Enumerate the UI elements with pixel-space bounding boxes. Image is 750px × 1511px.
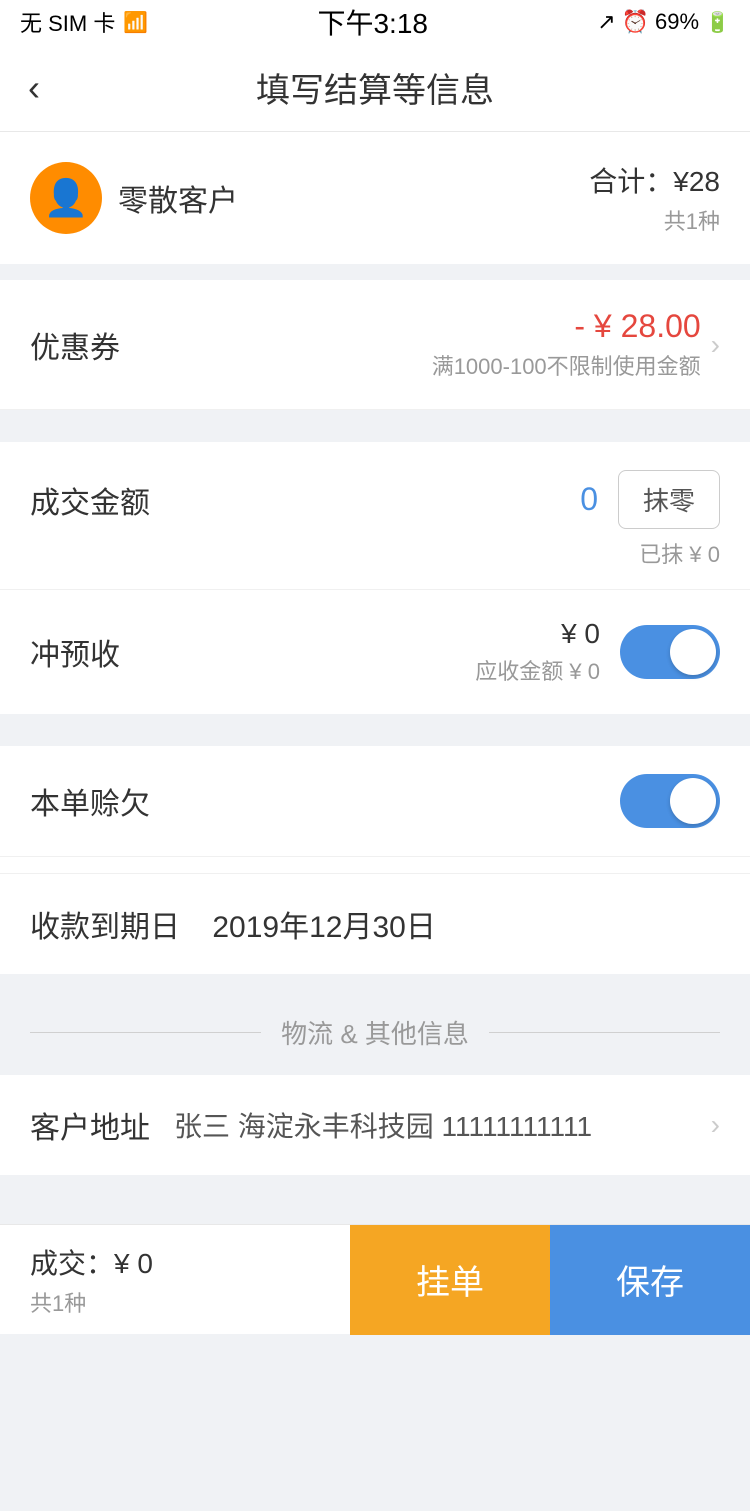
address-card[interactable]: 客户地址 张三 海淀永丰科技园 11111111111 › <box>0 1075 750 1175</box>
prepay-right: ¥ 0 应收金额 ¥ 0 <box>475 618 720 686</box>
bottom-info: 成交：¥ 0 共1种 <box>0 1242 350 1318</box>
address-chevron-icon: › <box>711 1109 720 1141</box>
coupon-right: - ¥ 28.00 满1000-100不限制使用金额 › <box>432 308 720 381</box>
coupon-label: 优惠券 <box>30 323 120 367</box>
deal-right: 0 抹零 <box>580 470 720 529</box>
coupon-desc: 满1000-100不限制使用金额 <box>432 349 701 381</box>
back-button[interactable]: ‹ <box>28 67 40 109</box>
due-date-value: 2019年12月30日 <box>212 911 435 944</box>
deal-prepay-card: 成交金额 0 抹零 已抹 ¥ 0 冲预收 ¥ 0 应收金额 ¥ 0 <box>0 442 750 714</box>
section-separator-3 <box>0 974 750 990</box>
logistics-divider-text: 物流 & 其他信息 <box>281 1014 469 1051</box>
credit-label: 本单赊欠 <box>30 779 150 823</box>
prepay-amount: ¥ 0 <box>475 618 600 650</box>
deal-row: 成交金额 0 抹零 <box>30 470 720 529</box>
prepay-label: 冲预收 <box>30 630 120 674</box>
credit-section: 本单赊欠 <box>0 746 750 857</box>
deal-sub-text: 已抹 ¥ 0 <box>30 537 720 569</box>
customer-right: 合计：¥28 共1种 <box>589 160 720 236</box>
due-date-row: 收款到期日 2019年12月30日 <box>0 873 750 974</box>
credit-row: 本单赊欠 <box>30 774 720 828</box>
deal-amount-label: 成交金额 <box>30 478 150 522</box>
bottom-deal-value: ¥ 0 <box>114 1248 153 1279</box>
divider-line-left <box>30 1032 261 1033</box>
coupon-values: - ¥ 28.00 满1000-100不限制使用金额 <box>432 308 701 381</box>
page-title: 填写结算等信息 <box>256 63 494 112</box>
round-zero-button[interactable]: 抹零 <box>618 470 720 529</box>
avatar-icon: 👤 <box>44 177 89 219</box>
customer-count: 共1种 <box>589 204 720 236</box>
status-time: 下午3:18 <box>317 2 428 42</box>
customer-name: 零散客户 <box>118 176 238 220</box>
due-date-label: 收款到期日 <box>30 911 180 944</box>
bottom-count: 共1种 <box>30 1286 320 1318</box>
address-value: 张三 海淀永丰科技园 11111111111 <box>174 1105 711 1145</box>
customer-row: 👤 零散客户 合计：¥28 共1种 <box>0 132 750 264</box>
credit-card: 本单赊欠 收款到期日 2019年12月30日 <box>0 746 750 974</box>
prepay-toggle[interactable] <box>620 625 720 679</box>
customer-total: 合计：¥28 <box>589 160 720 200</box>
save-button[interactable]: 保存 <box>550 1225 750 1335</box>
wifi-icon: 📶 <box>123 10 148 35</box>
alarm-icon: ⏰ <box>622 9 649 35</box>
no-sim-text: 无 SIM 卡 <box>20 6 115 38</box>
address-row[interactable]: 客户地址 张三 海淀永丰科技园 11111111111 › <box>0 1075 750 1175</box>
prepay-sub: 应收金额 ¥ 0 <box>475 654 600 686</box>
avatar: 👤 <box>30 162 102 234</box>
credit-toggle[interactable] <box>620 774 720 828</box>
location-icon: ↗ <box>597 9 615 35</box>
nav-bar: ‹ 填写结算等信息 <box>0 44 750 132</box>
deal-amount-section: 成交金额 0 抹零 已抹 ¥ 0 <box>0 442 750 590</box>
coupon-card[interactable]: 优惠券 - ¥ 28.00 满1000-100不限制使用金额 › <box>0 280 750 410</box>
battery-icon: 🔋 <box>705 10 730 35</box>
customer-left: 👤 零散客户 <box>30 162 238 234</box>
divider-line-right <box>489 1032 720 1033</box>
status-bar: 无 SIM 卡 📶 下午3:18 ↗ ⏰ 69% 🔋 <box>0 0 750 44</box>
battery-text: 69% <box>655 9 699 35</box>
address-label: 客户地址 <box>30 1103 150 1147</box>
coupon-row[interactable]: 优惠券 - ¥ 28.00 满1000-100不限制使用金额 › <box>0 280 750 410</box>
deal-value: 0 <box>580 481 598 518</box>
coupon-chevron-icon: › <box>711 329 720 361</box>
logistics-divider: 物流 & 其他信息 <box>0 990 750 1075</box>
section-separator-2 <box>0 730 750 746</box>
coupon-amount: - ¥ 28.00 <box>432 308 701 345</box>
prepay-row: 冲预收 ¥ 0 应收金额 ¥ 0 <box>0 590 750 714</box>
status-right: ↗ ⏰ 69% 🔋 <box>597 9 730 35</box>
prepay-values: ¥ 0 应收金额 ¥ 0 <box>475 618 600 686</box>
bottom-bar: 成交：¥ 0 共1种 挂单 保存 <box>0 1224 750 1334</box>
bottom-deal-label: 成交： <box>30 1248 114 1279</box>
hold-button[interactable]: 挂单 <box>350 1225 550 1335</box>
bottom-deal-amount: 成交：¥ 0 <box>30 1242 320 1282</box>
status-left: 无 SIM 卡 📶 <box>20 6 148 38</box>
customer-card: 👤 零散客户 合计：¥28 共1种 <box>0 132 750 264</box>
section-separator-1 <box>0 426 750 442</box>
